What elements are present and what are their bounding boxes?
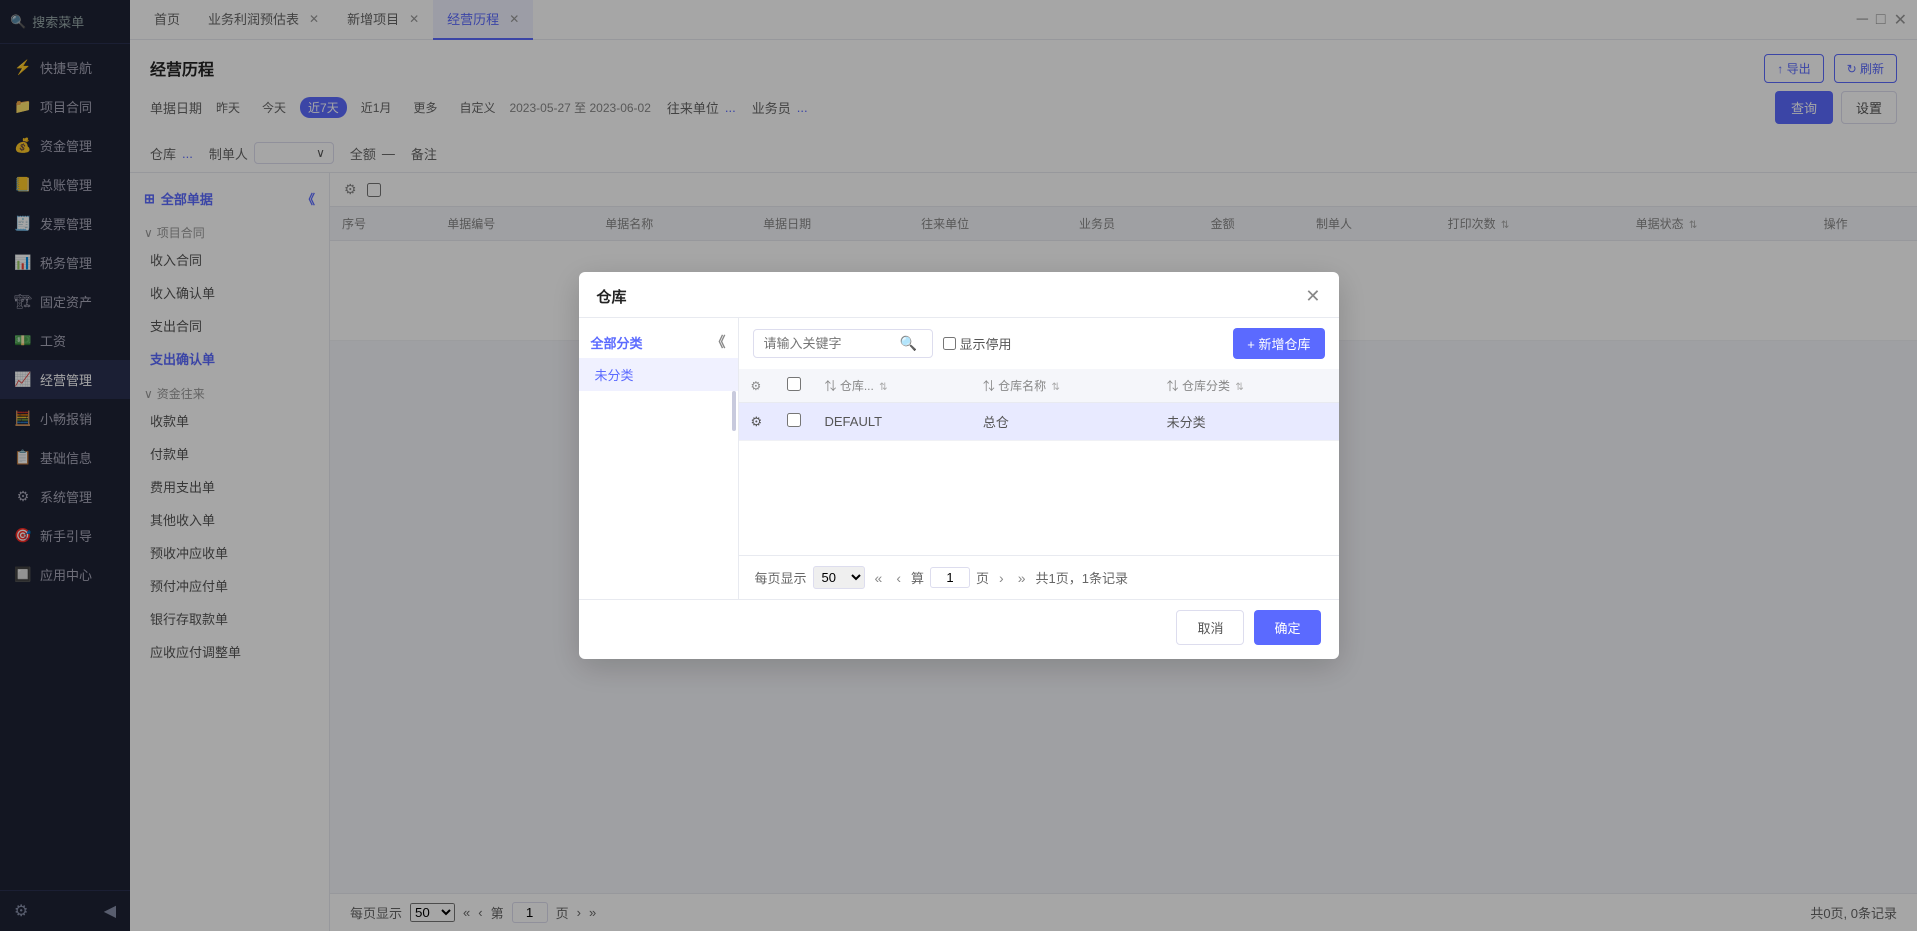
modal-search-input[interactable] [764,336,894,351]
row-gear[interactable]: ⚙ [739,403,775,441]
show-disabled-text: 显示停用 [960,334,1012,353]
modal-next-btn[interactable]: › [995,568,1008,588]
modal-main: 🔍 显示停用 + 新增仓库 ⚙ ⇅ 仓库... ⇅ [739,318,1339,599]
modal-page-input[interactable] [930,567,970,588]
modal-search-icon: 🔍 [900,335,917,352]
modal-body: 全部分类 《 未分类 🔍 显示停用 [579,318,1339,599]
modal-sidebar: 全部分类 《 未分类 [579,318,739,599]
modal-table-area: ⚙ ⇅ 仓库... ⇅ ⇅ 仓库名称 ⇅ ⇅ 仓库分类 ⇅ ⚙ [739,369,1339,555]
modal-sidebar-collapse[interactable]: 《 [712,332,726,352]
modal-page-pre-label: 算 [911,568,924,587]
table-row[interactable]: ⚙ DEFAULT 总仓 未分类 [739,403,1339,441]
modal-per-page-label: 每页显示 [755,568,807,587]
modal-overlay: 仓库 ✕ 全部分类 《 未分类 🔍 [0,0,1917,931]
row-name: 总仓 [971,403,1155,441]
modal-title: 仓库 [597,286,627,307]
modal-select-all[interactable] [787,377,801,391]
modal-warehouse-table: ⚙ ⇅ 仓库... ⇅ ⇅ 仓库名称 ⇅ ⇅ 仓库分类 ⇅ ⚙ [739,369,1339,441]
modal-toolbar: 🔍 显示停用 + 新增仓库 [739,318,1339,369]
modal-col-code: ⇅ 仓库... ⇅ [813,369,971,403]
modal-pagination: 每页显示 50 100 « ‹ 算 页 › » 共1页，1条记录 [755,566,1128,589]
modal-first-btn[interactable]: « [871,568,887,588]
row-code: DEFAULT [813,403,971,441]
modal-sidebar-item-uncategorized[interactable]: 未分类 [579,358,738,391]
modal-search-box[interactable]: 🔍 [753,329,933,358]
add-warehouse-btn[interactable]: + 新增仓库 [1233,328,1324,359]
row-check[interactable] [775,403,813,441]
show-disabled-label[interactable]: 显示停用 [943,334,1012,353]
modal-col-check [775,369,813,403]
modal-close-btn[interactable]: ✕ [1305,286,1320,307]
gear-icon[interactable]: ⚙ [751,379,762,393]
modal-prev-btn[interactable]: ‹ [892,568,905,588]
modal-per-page-select[interactable]: 50 100 [813,566,865,589]
modal-sidebar-header: 全部分类 《 [579,326,738,358]
warehouse-modal: 仓库 ✕ 全部分类 《 未分类 🔍 [579,272,1339,659]
modal-header: 仓库 ✕ [579,272,1339,318]
modal-col-gear: ⚙ [739,369,775,403]
modal-last-btn[interactable]: » [1014,568,1030,588]
row-gear-icon: ⚙ [751,414,763,429]
modal-confirm-btn[interactable]: 确定 [1254,610,1320,645]
modal-cancel-btn[interactable]: 取消 [1176,610,1244,645]
modal-footer: 每页显示 50 100 « ‹ 算 页 › » 共1页，1条记录 [739,555,1339,599]
row-category: 未分类 [1155,403,1339,441]
modal-action-row: 取消 确定 [579,599,1339,659]
show-disabled-checkbox[interactable] [943,337,956,350]
modal-col-name: ⇅ 仓库名称 ⇅ [971,369,1155,403]
row-checkbox[interactable] [787,413,801,427]
modal-total-info: 共1页，1条记录 [1035,568,1127,587]
modal-page-label: 页 [976,568,989,587]
modal-all-categories[interactable]: 全部分类 [591,333,643,352]
modal-col-category: ⇅ 仓库分类 ⇅ [1155,369,1339,403]
